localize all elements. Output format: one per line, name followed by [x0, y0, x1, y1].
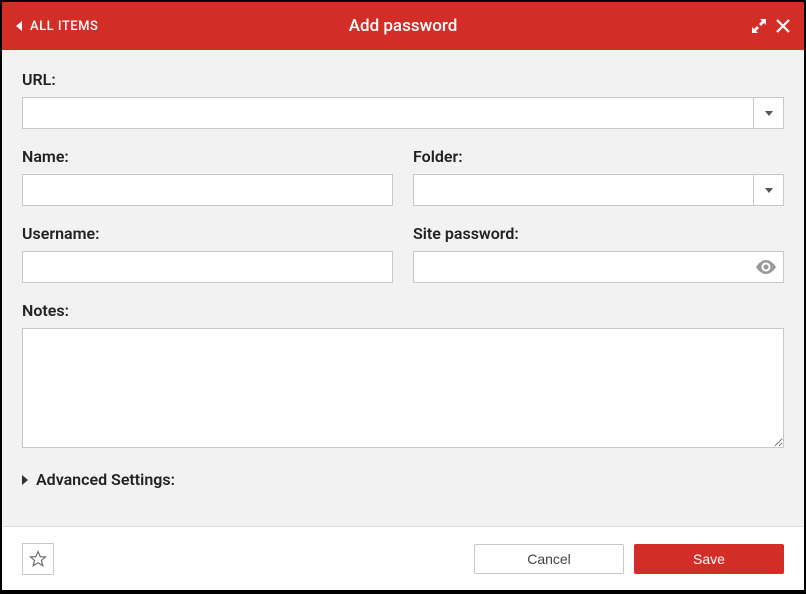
- close-icon: [776, 19, 790, 33]
- url-dropdown-button[interactable]: [753, 98, 783, 128]
- chevron-left-icon: [16, 21, 22, 31]
- username-input[interactable]: [23, 252, 392, 282]
- expand-icon: [752, 19, 766, 33]
- url-field-wrap: [22, 97, 784, 129]
- eye-icon: [756, 260, 776, 274]
- back-label: ALL ITEMS: [30, 19, 98, 34]
- dialog-footer: Cancel Save: [2, 526, 804, 590]
- star-icon: [29, 550, 47, 568]
- notes-textarea[interactable]: [22, 328, 784, 448]
- show-password-button[interactable]: [749, 252, 783, 282]
- expand-button[interactable]: [752, 19, 766, 33]
- advanced-label: Advanced Settings:: [36, 470, 175, 489]
- password-field-wrap: [413, 251, 784, 283]
- notes-label: Notes:: [22, 301, 784, 320]
- name-label: Name:: [22, 147, 393, 166]
- dialog-header: ALL ITEMS Add password: [2, 2, 804, 50]
- favorite-button[interactable]: [22, 543, 54, 575]
- chevron-down-icon: [765, 188, 773, 193]
- cancel-button[interactable]: Cancel: [474, 544, 624, 574]
- username-label: Username:: [22, 224, 393, 243]
- dialog-body: URL: Name: Folder:: [2, 50, 804, 526]
- folder-label: Folder:: [413, 147, 784, 166]
- folder-dropdown-button[interactable]: [753, 175, 783, 205]
- name-field-wrap: [22, 174, 393, 206]
- advanced-settings-toggle[interactable]: Advanced Settings:: [22, 470, 784, 489]
- url-label: URL:: [22, 70, 784, 89]
- password-input[interactable]: [414, 252, 749, 282]
- folder-input[interactable]: [414, 175, 753, 205]
- close-button[interactable]: [776, 19, 790, 33]
- dialog-title: Add password: [349, 16, 458, 36]
- chevron-right-icon: [22, 475, 28, 485]
- username-field-wrap: [22, 251, 393, 283]
- footer-actions: Cancel Save: [474, 544, 784, 574]
- save-button[interactable]: Save: [634, 544, 784, 574]
- password-label: Site password:: [413, 224, 784, 243]
- name-input[interactable]: [23, 175, 392, 205]
- add-password-dialog: ALL ITEMS Add password URL:: [2, 2, 804, 590]
- back-all-items-link[interactable]: ALL ITEMS: [16, 19, 98, 34]
- chevron-down-icon: [765, 111, 773, 116]
- url-input[interactable]: [23, 98, 753, 128]
- header-actions: [752, 19, 790, 33]
- folder-field-wrap: [413, 174, 784, 206]
